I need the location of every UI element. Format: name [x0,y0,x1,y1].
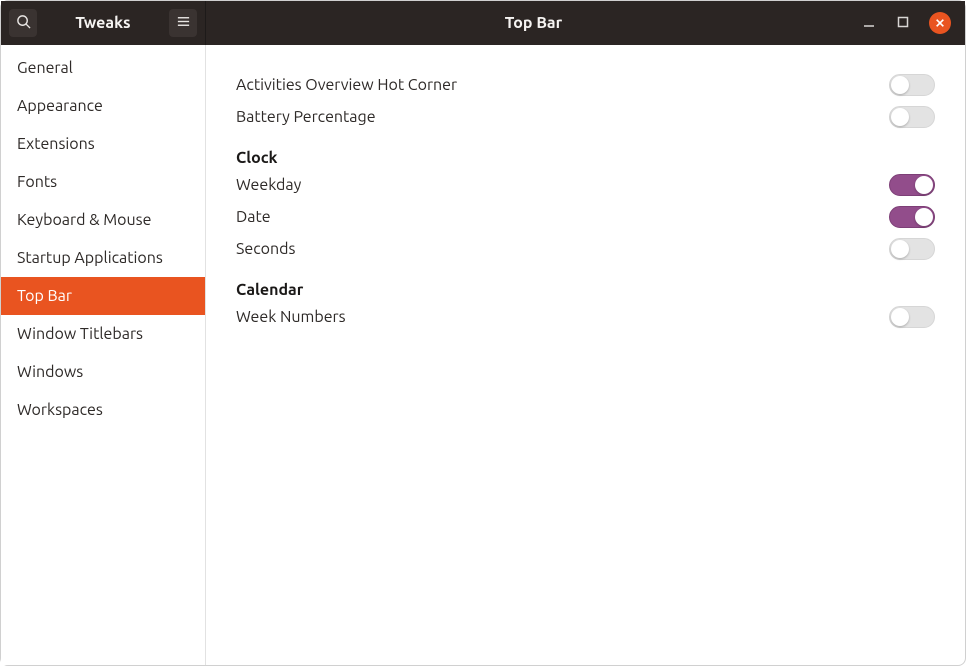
toggle-activities-hot-corner[interactable] [889,74,935,96]
setting-activities-hot-corner: Activities Overview Hot Corner [236,69,935,101]
sidebar-item-top-bar[interactable]: Top Bar [1,277,205,315]
setting-date: Date [236,201,935,233]
setting-seconds: Seconds [236,233,935,265]
close-icon [935,14,945,32]
sidebar-item-startup-applications[interactable]: Startup Applications [1,239,205,277]
body: General Appearance Extensions Fonts Keyb… [1,45,965,665]
setting-label: Date [236,208,271,226]
toggle-week-numbers[interactable] [889,306,935,328]
sidebar: General Appearance Extensions Fonts Keyb… [1,45,206,665]
setting-weekday: Weekday [236,169,935,201]
toggle-battery-percentage[interactable] [889,106,935,128]
sidebar-item-windows[interactable]: Windows [1,353,205,391]
page-title: Top Bar [206,14,861,32]
sidebar-item-appearance[interactable]: Appearance [1,87,205,125]
menu-button[interactable] [169,9,197,37]
titlebar-left: Tweaks [1,1,206,45]
toggle-knob [891,108,909,126]
window-controls [861,12,965,34]
content-panel: Activities Overview Hot Corner Battery P… [206,45,965,665]
sidebar-item-workspaces[interactable]: Workspaces [1,391,205,429]
toggle-knob [915,176,933,194]
minimize-button[interactable] [861,15,877,31]
sidebar-item-fonts[interactable]: Fonts [1,163,205,201]
section-title-clock: Clock [236,149,935,167]
setting-label: Weekday [236,176,301,194]
setting-battery-percentage: Battery Percentage [236,101,935,133]
sidebar-item-general[interactable]: General [1,49,205,87]
search-button[interactable] [9,9,37,37]
toggle-knob [915,208,933,226]
toggle-date[interactable] [889,206,935,228]
sidebar-item-keyboard-mouse[interactable]: Keyboard & Mouse [1,201,205,239]
toggle-weekday[interactable] [889,174,935,196]
maximize-icon [897,14,909,32]
sidebar-item-window-titlebars[interactable]: Window Titlebars [1,315,205,353]
setting-label: Week Numbers [236,308,346,326]
close-button[interactable] [929,12,951,34]
hamburger-icon [176,14,191,33]
toggle-seconds[interactable] [889,238,935,260]
toggle-knob [891,240,909,258]
app-title: Tweaks [45,14,161,32]
search-icon [16,14,31,33]
titlebar: Tweaks Top Bar [1,1,965,45]
minimize-icon [863,14,875,32]
sidebar-item-extensions[interactable]: Extensions [1,125,205,163]
setting-week-numbers: Week Numbers [236,301,935,333]
section-title-calendar: Calendar [236,281,935,299]
maximize-button[interactable] [895,15,911,31]
titlebar-right: Top Bar [206,1,965,45]
toggle-knob [891,76,909,94]
setting-label: Activities Overview Hot Corner [236,76,457,94]
setting-label: Seconds [236,240,295,258]
toggle-knob [891,308,909,326]
setting-label: Battery Percentage [236,108,376,126]
